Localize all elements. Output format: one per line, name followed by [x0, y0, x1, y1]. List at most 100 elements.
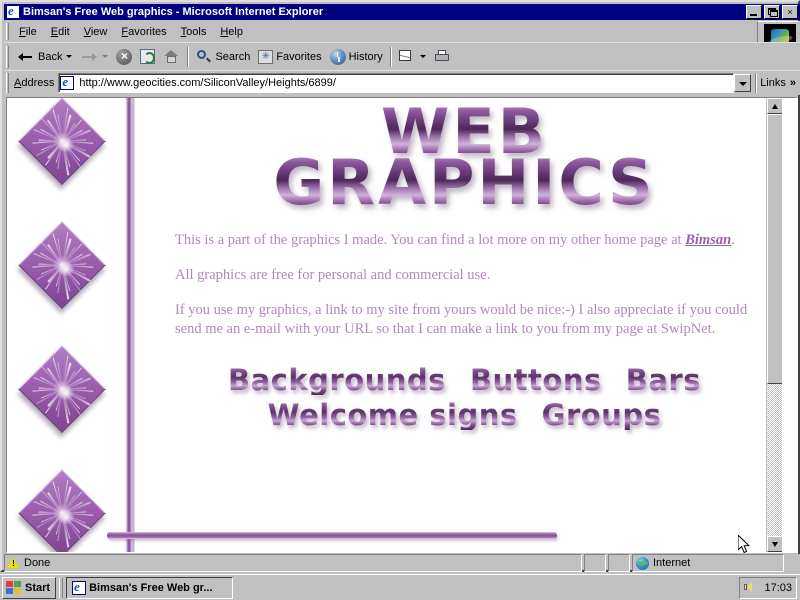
vertical-scrollbar[interactable] [766, 98, 782, 552]
volume-icon[interactable] [743, 581, 757, 594]
history-button[interactable]: History [326, 45, 387, 69]
address-url-text: http://www.geocities.com/SiliconValley/H… [79, 77, 336, 89]
menu-item-edit[interactable]: Edit [44, 24, 77, 40]
page-sidebar-diamonds [7, 98, 127, 552]
menu-item-tools[interactable]: Tools [174, 24, 214, 40]
menu-item-view[interactable]: View [77, 24, 115, 40]
nav-link-buttons[interactable]: Buttons [470, 365, 602, 395]
menu-grip[interactable] [6, 23, 9, 40]
security-zone-text: Internet [653, 557, 691, 569]
web-page-content: WEB GRAPHICS This is a part of the graph… [7, 98, 782, 552]
status-text: Done [24, 557, 51, 569]
heading-line-2: GRAPHICS [147, 152, 782, 214]
stop-icon [116, 47, 133, 65]
toolbar-grip[interactable] [6, 45, 9, 68]
status-bar: Done Internet [4, 554, 800, 572]
intro-text-after: . [731, 232, 735, 249]
address-bar: Address http://www.geocities.com/Silicon… [4, 70, 800, 95]
menu-bar: File Edit View Favorites Tools Help [4, 21, 800, 61]
diamond-graphic-1 [18, 98, 109, 188]
mail-button[interactable] [395, 45, 430, 69]
links-bar-button[interactable]: Links » [760, 77, 800, 89]
resize-grip[interactable] [784, 554, 800, 572]
forward-button[interactable] [76, 45, 112, 69]
diamond-graphic-3 [18, 345, 109, 436]
favorites-button-label: Favorites [276, 50, 322, 63]
history-icon [329, 48, 346, 65]
stop-button[interactable] [112, 45, 136, 69]
page-icon [60, 76, 75, 90]
menu-item-file[interactable]: File [12, 24, 44, 40]
starburst-core [58, 509, 74, 525]
chevron-down-icon-mail [419, 55, 426, 58]
nav-row-2: Welcome signs Groups [147, 400, 782, 430]
refresh-button[interactable] [136, 45, 159, 69]
favorites-button[interactable]: Favorites [254, 45, 325, 69]
forward-arrow-icon [80, 48, 98, 66]
address-input[interactable]: http://www.geocities.com/SiliconValley/H… [58, 73, 735, 93]
address-grip[interactable] [6, 73, 9, 93]
chevron-down-icon-forward [102, 55, 109, 58]
windows-flag-icon [6, 580, 22, 595]
window-controls: × [746, 5, 799, 19]
search-button[interactable]: Search [192, 45, 254, 69]
minimize-button[interactable] [746, 5, 762, 19]
chevron-right-icon: » [789, 77, 796, 89]
close-button[interactable]: × [782, 5, 798, 19]
status-panel-spacer [608, 554, 630, 572]
scrollbar-thumb[interactable] [767, 114, 782, 384]
restore-button[interactable] [764, 5, 780, 19]
starburst-core [58, 261, 74, 277]
home-icon [163, 49, 180, 64]
horizontal-divider-bar [107, 532, 557, 539]
diamond-graphic-2 [18, 221, 109, 312]
nav-link-bars[interactable]: Bars [626, 365, 701, 395]
links-separator [755, 73, 758, 93]
search-button-label: Search [215, 50, 251, 63]
mail-icon [398, 49, 416, 64]
window-title: Bimsan's Free Web graphics - Microsoft I… [23, 6, 324, 18]
history-button-label: History [348, 50, 383, 63]
scroll-down-button[interactable] [767, 536, 782, 552]
status-panel-progress [584, 554, 606, 572]
home-button[interactable] [159, 45, 184, 69]
menu-item-favorites[interactable]: Favorites [114, 24, 173, 40]
system-tray: 17:03 [739, 576, 797, 599]
taskbar: Start Bimsan's Free Web gr... 17:03 [0, 574, 800, 600]
internet-zone-icon [636, 556, 649, 570]
nav-link-backgrounds[interactable]: Backgrounds [228, 365, 446, 395]
refresh-icon [140, 49, 156, 64]
start-button[interactable]: Start [2, 576, 57, 599]
nav-link-groups[interactable]: Groups [542, 400, 662, 430]
clock[interactable]: 17:03 [764, 582, 792, 594]
links-label: Links [760, 77, 786, 89]
warning-icon [7, 557, 20, 569]
navigation-toolbar: Back Search Favorites [4, 42, 800, 70]
diamond-graphic-4 [18, 469, 109, 552]
taskbar-window-button[interactable]: Bimsan's Free Web gr... [66, 576, 234, 599]
desktop-screen: Bimsan's Free Web graphics - Microsoft I… [0, 0, 800, 600]
security-zone-panel[interactable]: Internet [632, 554, 784, 572]
graphic-navigation: Backgrounds Buttons Bars Welcome signs Grou… [147, 365, 782, 430]
taskbar-separator [59, 577, 64, 598]
internet-explorer-icon-taskbar [72, 580, 87, 595]
browser-window: Bimsan's Free Web graphics - Microsoft I… [0, 0, 800, 572]
back-arrow-icon [17, 48, 35, 66]
starburst-core [58, 137, 74, 153]
back-button-label: Back [38, 50, 63, 63]
print-button[interactable] [430, 45, 455, 69]
taskbar-window-label: Bimsan's Free Web gr... [89, 581, 213, 594]
address-dropdown-button[interactable] [734, 74, 752, 92]
address-label: Address [14, 77, 55, 89]
bimsan-link[interactable]: Bimsan [685, 232, 731, 248]
page-viewport: WEB GRAPHICS This is a part of the graph… [6, 97, 798, 553]
print-icon [434, 49, 451, 64]
back-button[interactable]: Back [13, 45, 76, 69]
caret-up-icon [772, 104, 778, 109]
menu-item-help[interactable]: Help [213, 24, 250, 40]
search-icon [196, 49, 212, 65]
license-paragraph: All graphics are free for personal and c… [175, 267, 491, 284]
nav-link-welcome-signs[interactable]: Welcome signs [268, 400, 518, 430]
page-main-content: WEB GRAPHICS This is a part of the graph… [147, 98, 782, 552]
scroll-up-button[interactable] [767, 98, 782, 114]
